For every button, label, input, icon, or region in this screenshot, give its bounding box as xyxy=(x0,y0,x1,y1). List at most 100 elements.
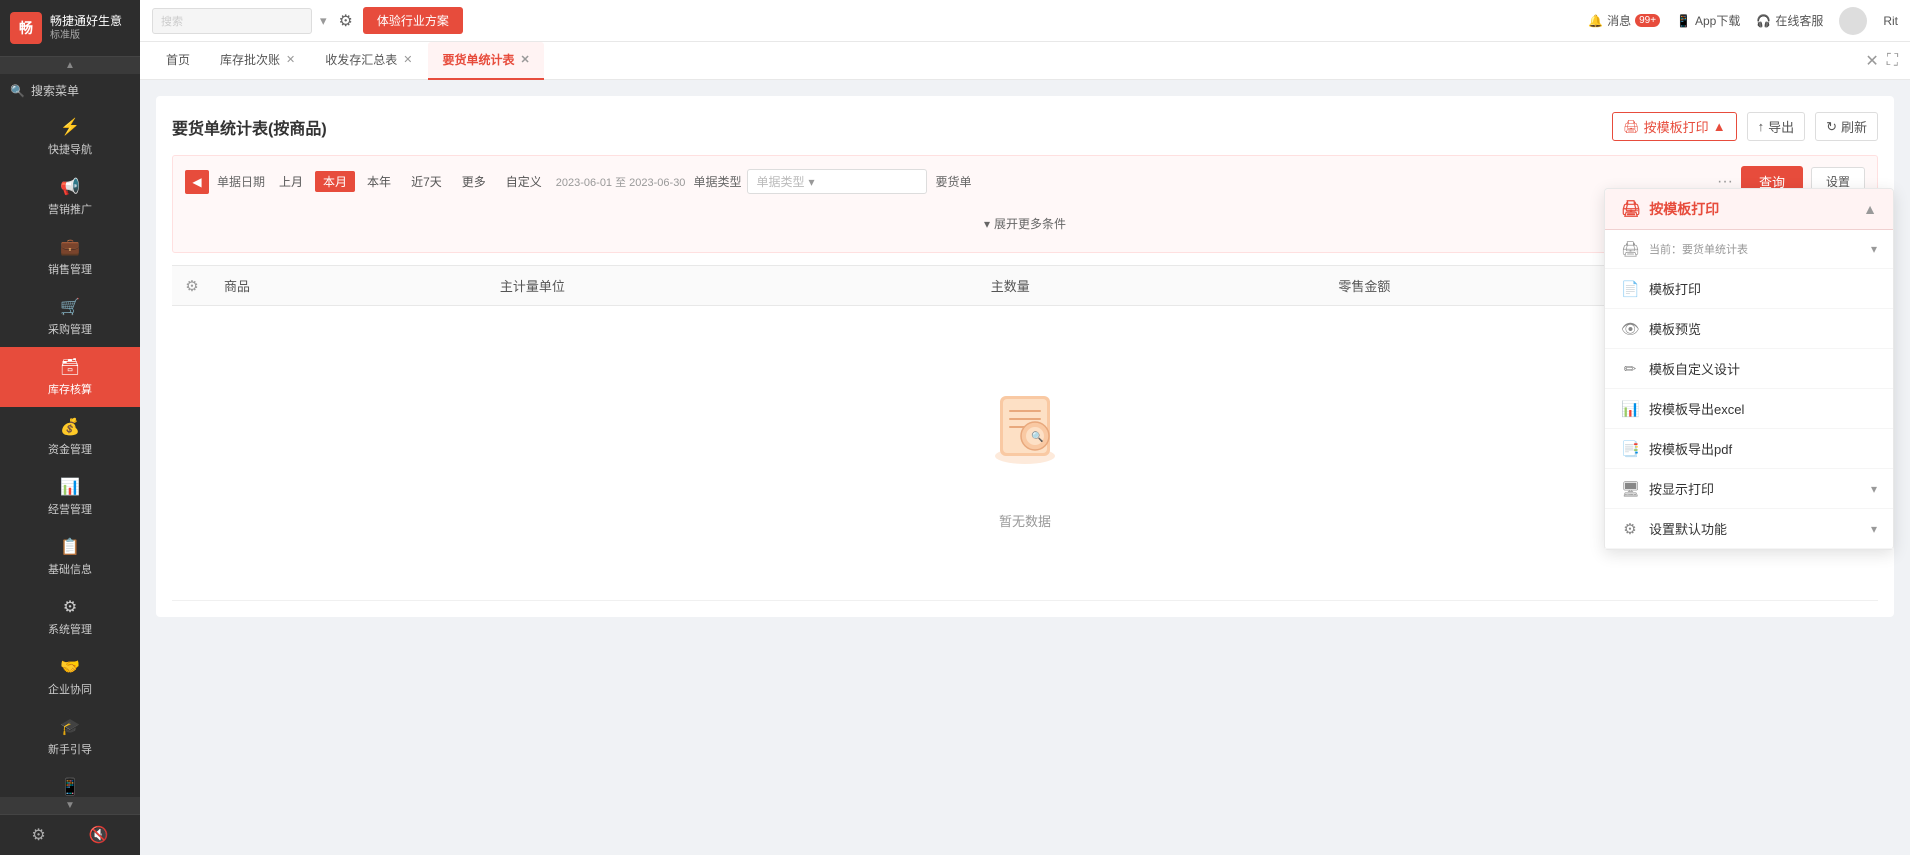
refresh-icon: ↻ xyxy=(1826,119,1837,135)
current-template-label: 当前：要货单统计表 xyxy=(1649,241,1861,257)
order-type-placeholder: 单据类型 xyxy=(756,173,804,190)
dropdown-current-template[interactable]: 🖨 当前：要货单统计表 ▾ xyxy=(1605,230,1893,269)
date-tab-last-month[interactable]: 上月 xyxy=(271,171,311,192)
print-dropdown-menu: 🖨 按模板打印 ▲ 🖨 当前：要货单统计表 ▾ 📄 模板打印 👁 xyxy=(1604,188,1894,550)
dropdown-close-btn[interactable]: ▲ xyxy=(1863,201,1877,217)
sidebar-item-operations[interactable]: 📊 经营管理 xyxy=(0,467,140,527)
dropdown-printer-icon: 🖨 xyxy=(1621,199,1641,219)
sidebar-nav: ⚡ 快捷导航 📢 营销推广 💼 销售管理 🛒 采购管理 🗃 库存核算 💰 资金管… xyxy=(0,107,140,797)
empty-icon: 🔍 xyxy=(975,376,1075,495)
tabbar-right: ✕ ⛶ xyxy=(1865,51,1898,71)
expand-more-btn[interactable]: ▾ 展开更多条件 xyxy=(974,211,1076,236)
excel-icon: 📊 xyxy=(1621,400,1639,418)
tab-receipts-summary[interactable]: 收发存汇总表 ✕ xyxy=(311,42,426,80)
tab-batch-ledger-close[interactable]: ✕ xyxy=(286,53,295,66)
user-avatar[interactable] xyxy=(1839,7,1867,35)
scroll-down[interactable]: ▼ xyxy=(0,797,140,814)
print-template-button[interactable]: 🖨 按模板打印 ▲ xyxy=(1612,112,1736,141)
trial-industry-button[interactable]: 体验行业方案 xyxy=(363,7,463,34)
export-button[interactable]: ↑ 导出 xyxy=(1747,112,1806,141)
column-settings-icon[interactable]: ⚙ xyxy=(185,278,198,295)
set-default-arrow: ▾ xyxy=(1871,522,1877,536)
refresh-button[interactable]: ↻ 刷新 xyxy=(1815,112,1878,141)
sales-icon: 💼 xyxy=(60,237,80,257)
tabbar-close-icon[interactable]: ✕ xyxy=(1865,51,1878,71)
sidebar-item-marketing[interactable]: 📢 营销推广 xyxy=(0,167,140,227)
dropdown-print-template[interactable]: 📄 模板打印 xyxy=(1605,269,1893,309)
empty-illustration: 🔍 xyxy=(975,376,1075,476)
online-service-item[interactable]: 🎧 在线客服 xyxy=(1756,12,1823,29)
username-label: Rit xyxy=(1883,14,1898,28)
page-header: 要货单统计表(按商品) 🖨 按模板打印 ▲ ↑ 导出 ↻ 刷新 xyxy=(172,112,1878,141)
sidebar-bottom: ⚙ 🔇 xyxy=(0,814,140,855)
dropdown-export-pdf[interactable]: 📑 按模板导出pdf xyxy=(1605,429,1893,469)
settings-bottom-icon[interactable]: ⚙ xyxy=(31,825,45,845)
headset-icon: 🎧 xyxy=(1756,14,1771,28)
tab-order-stats[interactable]: 要货单统计表 ✕ xyxy=(428,42,543,80)
sidebar-item-system[interactable]: ⚙ 系统管理 xyxy=(0,587,140,647)
sidebar-item-newbie[interactable]: 🎓 新手引导 xyxy=(0,707,140,767)
tab-home[interactable]: 首页 xyxy=(152,42,204,80)
col-unit: 主计量单位 xyxy=(488,266,979,306)
date-tab-custom[interactable]: 自定义 xyxy=(498,171,550,192)
printer-icon: 🖨 xyxy=(1623,119,1640,135)
sidebar-item-appstore[interactable]: 📱 应用中心 xyxy=(0,767,140,797)
sidebar-search[interactable]: 🔍 搜索菜单 xyxy=(0,74,140,107)
logo-text: 畅捷通好生意 标准版 xyxy=(50,14,122,43)
topbar: 搜索 ▾ ⚙ 体验行业方案 🔔 消息 99+ 📱 App下载 🎧 在线客服 Ri… xyxy=(140,0,1910,42)
filter-collapse-btn[interactable]: ◀ xyxy=(185,170,209,194)
col-goods: 商品 xyxy=(212,266,488,306)
topbar-dropdown-icon[interactable]: ▾ xyxy=(320,13,327,29)
sidebar: 畅 畅捷通好生意 标准版 ▲ 🔍 搜索菜单 ⚡ 快捷导航 📢 营销推广 💼 销售… xyxy=(0,0,140,855)
dropdown-design-template[interactable]: ✏ 模板自定义设计 xyxy=(1605,349,1893,389)
sidebar-item-inventory[interactable]: 🗃 库存核算 xyxy=(0,347,140,407)
app-download-item[interactable]: 📱 App下载 xyxy=(1676,12,1740,29)
sidebar-item-purchase[interactable]: 🛒 采购管理 xyxy=(0,287,140,347)
tabbar-expand-icon[interactable]: ⛶ xyxy=(1887,52,1898,70)
page-actions: 🖨 按模板打印 ▲ ↑ 导出 ↻ 刷新 xyxy=(1612,112,1878,141)
order-type-select[interactable]: 单据类型 ▾ xyxy=(747,169,927,194)
sidebar-item-collab[interactable]: 🤝 企业协同 xyxy=(0,647,140,707)
dropdown-set-default[interactable]: ⚙ 设置默认功能 ▾ xyxy=(1605,509,1893,549)
display-print-icon: 🖥 xyxy=(1621,480,1639,498)
date-tab-more[interactable]: 更多 xyxy=(454,171,494,192)
filter-date: 单据日期 上月 本月 本年 近7天 更多 自定义 2023-06-01 至 20… xyxy=(217,171,685,192)
current-template-arrow: ▾ xyxy=(1871,242,1877,256)
expand-icon: ▾ xyxy=(984,217,990,231)
dropdown-export-excel[interactable]: 📊 按模板导出excel xyxy=(1605,389,1893,429)
topbar-right: 🔔 消息 99+ 📱 App下载 🎧 在线客服 Rit xyxy=(1588,7,1898,35)
purchase-icon: 🛒 xyxy=(60,297,80,317)
sidebar-logo: 畅 畅捷通好生意 标准版 xyxy=(0,0,140,57)
set-default-icon: ⚙ xyxy=(1621,520,1639,538)
sidebar-item-quick-nav[interactable]: ⚡ 快捷导航 xyxy=(0,107,140,167)
dropdown-preview-template[interactable]: 👁 模板预览 xyxy=(1605,309,1893,349)
date-tab-current-month[interactable]: 本月 xyxy=(315,171,355,192)
mute-icon[interactable]: 🔇 xyxy=(89,825,109,845)
dropdown-header: 🖨 按模板打印 ▲ xyxy=(1605,189,1893,230)
date-tab-current-year[interactable]: 本年 xyxy=(359,171,399,192)
tab-batch-ledger[interactable]: 库存批次账 ✕ xyxy=(206,42,309,80)
bell-icon: 🔔 xyxy=(1588,14,1603,28)
sidebar-item-finance[interactable]: 💰 资金管理 xyxy=(0,407,140,467)
date-range-display: 2023-06-01 至 2023-06-30 xyxy=(556,174,686,190)
sidebar-item-sales[interactable]: 💼 销售管理 xyxy=(0,227,140,287)
date-tab-last-7days[interactable]: 近7天 xyxy=(403,171,450,192)
operations-icon: 📊 xyxy=(60,477,80,497)
current-template-icon: 🖨 xyxy=(1621,240,1639,258)
tab-order-stats-close[interactable]: ✕ xyxy=(521,53,530,66)
phone-icon: 📱 xyxy=(1676,14,1691,28)
print-template-icon: 📄 xyxy=(1621,280,1639,298)
dropdown-display-print[interactable]: 🖥 按显示打印 ▾ xyxy=(1605,469,1893,509)
sidebar-item-basic[interactable]: 📋 基础信息 xyxy=(0,527,140,587)
col-settings: ⚙ xyxy=(172,266,212,306)
tab-receipts-summary-close[interactable]: ✕ xyxy=(403,53,412,66)
topbar-search-display[interactable]: 搜索 xyxy=(152,8,312,34)
topbar-gear-icon[interactable]: ⚙ xyxy=(339,11,353,31)
scroll-up[interactable]: ▲ xyxy=(0,57,140,74)
svg-text:🔍: 🔍 xyxy=(1031,430,1043,443)
export-icon: ↑ xyxy=(1758,119,1765,134)
page-title: 要货单统计表(按商品) xyxy=(172,115,327,139)
messages-item[interactable]: 🔔 消息 99+ xyxy=(1588,12,1660,29)
empty-text: 暂无数据 xyxy=(999,511,1051,530)
col-quantity: 主数量 xyxy=(979,266,1327,306)
